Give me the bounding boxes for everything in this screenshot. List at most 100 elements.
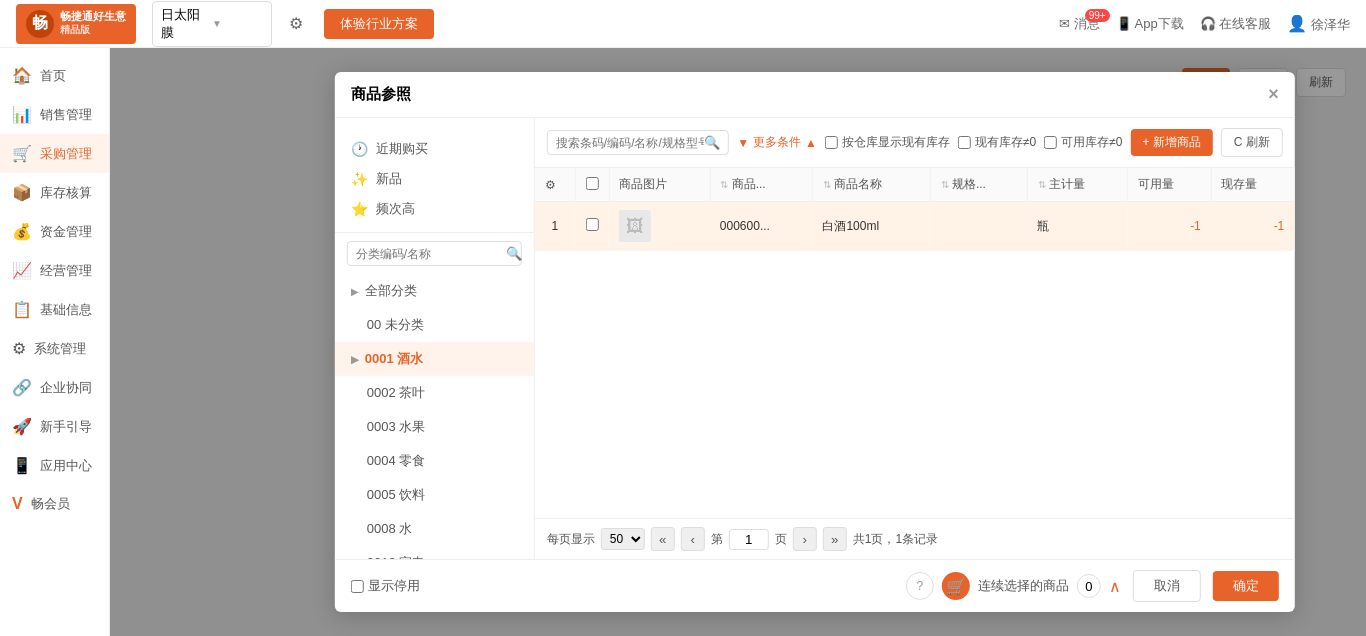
category-panel: 🕐 近期购买 ✨ 新品 ⭐ 频次高 xyxy=(335,118,535,559)
quick-access-section: 🕐 近期购买 ✨ 新品 ⭐ 频次高 xyxy=(335,126,534,233)
category-00[interactable]: 00 未分类 xyxy=(335,308,534,342)
checkbox-available-nonzero[interactable]: 可用库存≠0 xyxy=(1044,134,1122,151)
category-0002[interactable]: 0002 茶叶 xyxy=(335,376,534,410)
sidebar-item-management[interactable]: 📈 经营管理 xyxy=(0,251,109,290)
cart-count-badge: 0 xyxy=(1077,574,1101,598)
product-search-input[interactable] xyxy=(556,136,704,150)
category-0008[interactable]: 0008 水 xyxy=(335,512,534,546)
checkbox-available-input[interactable] xyxy=(1044,136,1057,149)
sidebar-item-enterprise[interactable]: 🔗 企业协同 xyxy=(0,368,109,407)
sidebar-item-basic-info[interactable]: 📋 基础信息 xyxy=(0,290,109,329)
col-unit-label: 主计量 xyxy=(1049,177,1085,191)
th-spec[interactable]: ⇅ 规格... xyxy=(930,168,1027,202)
sidebar-label-system: 系统管理 xyxy=(34,340,86,358)
quick-label-new: 新品 xyxy=(376,170,402,188)
enterprise-icon: 🔗 xyxy=(12,378,32,397)
td-image: 🖼 xyxy=(609,202,710,251)
sidebar-item-guide[interactable]: 🚀 新手引导 xyxy=(0,407,109,446)
sidebar-item-member[interactable]: V 畅会员 xyxy=(0,485,109,523)
checkbox-stock-input[interactable] xyxy=(958,136,971,149)
confirm-button[interactable]: 确定 xyxy=(1213,571,1279,601)
product-search-box: 🔍 xyxy=(547,130,729,155)
th-name[interactable]: ⇅ 商品名称 xyxy=(812,168,930,202)
category-label-0010: 0010 家电 xyxy=(351,554,426,559)
management-icon: 📈 xyxy=(12,261,32,280)
row-checkbox[interactable] xyxy=(585,218,598,231)
th-stock[interactable]: 现存量 xyxy=(1211,168,1295,202)
category-search-input[interactable] xyxy=(356,247,506,261)
sort-icon-name: ⇅ xyxy=(823,179,831,190)
sidebar-item-apps[interactable]: 📱 应用中心 xyxy=(0,446,109,485)
quick-item-recent[interactable]: 🕐 近期购买 xyxy=(335,134,534,164)
messages-badge: 99+ xyxy=(1085,9,1110,22)
collapse-panel-button[interactable]: ‹ xyxy=(534,319,535,359)
app-download-link[interactable]: 📱 App下载 xyxy=(1116,15,1184,33)
sidebar-item-purchase[interactable]: 🛒 采购管理 xyxy=(0,134,109,173)
quick-item-frequent[interactable]: ⭐ 频次高 xyxy=(335,194,534,224)
select-all-checkbox[interactable] xyxy=(585,177,598,190)
logo-title: 畅捷通好生意 xyxy=(60,10,126,23)
checkbox-stock-nonzero[interactable]: 现有库存≠0 xyxy=(958,134,1036,151)
messages-button[interactable]: ✉ 消息 99+ xyxy=(1059,15,1100,33)
category-0004[interactable]: 0004 零食 xyxy=(335,444,534,478)
username: 徐泽华 xyxy=(1311,17,1350,32)
branch-selector[interactable]: 日太阳膜 ▼ xyxy=(152,1,272,47)
prev-page-button[interactable]: ‹ xyxy=(681,527,705,551)
total-records-label: 共1页，1条记录 xyxy=(853,531,938,548)
checkbox-warehouse-label: 按仓库显示现有库存 xyxy=(842,134,950,151)
td-checkbox xyxy=(575,202,609,251)
per-page-select[interactable]: 50 xyxy=(601,528,645,550)
column-settings-icon[interactable]: ⚙ xyxy=(545,178,556,192)
arrow-icon-0001: ▶ xyxy=(351,354,359,365)
last-page-button[interactable]: » xyxy=(823,527,847,551)
cart-icon-button[interactable]: 🛒 xyxy=(942,572,970,600)
category-0001[interactable]: ▶ 0001 酒水 xyxy=(335,342,534,376)
quick-item-new[interactable]: ✨ 新品 xyxy=(335,164,534,194)
cart-collapse-button[interactable]: ∧ xyxy=(1109,577,1121,596)
sidebar-item-finance[interactable]: 💰 资金管理 xyxy=(0,212,109,251)
next-page-button[interactable]: › xyxy=(793,527,817,551)
sidebar-item-inventory[interactable]: 📦 库存核算 xyxy=(0,173,109,212)
show-disabled-checkbox[interactable]: 显示停用 xyxy=(351,577,420,595)
category-label-0005: 0005 饮料 xyxy=(351,486,426,504)
show-disabled-input[interactable] xyxy=(351,580,364,593)
th-available[interactable]: 可用量 xyxy=(1127,168,1210,202)
product-thumbnail: 🖼 xyxy=(619,210,651,242)
sidebar-item-sales[interactable]: 📊 销售管理 xyxy=(0,95,109,134)
sidebar-label-purchase: 采购管理 xyxy=(40,145,92,163)
more-filters-button[interactable]: ▼ 更多条件 ▲ xyxy=(737,134,817,151)
user-menu[interactable]: 👤 徐泽华 xyxy=(1287,14,1350,34)
page-number-input[interactable] xyxy=(729,529,769,550)
checkbox-available-label: 可用库存≠0 xyxy=(1061,134,1122,151)
checkbox-warehouse-input[interactable] xyxy=(825,136,838,149)
table-header-row: ⚙ 商品图片 ⇅ xyxy=(535,168,1295,202)
product-reference-modal: 商品参照 × 🕐 近期购买 ✨ 新品 xyxy=(335,72,1295,612)
category-0005[interactable]: 0005 饮料 xyxy=(335,478,534,512)
page-suffix-label: 页 xyxy=(775,531,787,548)
online-service-link[interactable]: 🎧 在线客服 xyxy=(1200,15,1272,33)
settings-icon[interactable]: ⚙ xyxy=(280,8,312,40)
th-code[interactable]: ⇅ 商品... xyxy=(710,168,813,202)
th-unit[interactable]: ⇅ 主计量 xyxy=(1027,168,1127,202)
sidebar-item-system[interactable]: ⚙ 系统管理 xyxy=(0,329,109,368)
first-page-button[interactable]: « xyxy=(651,527,675,551)
page-prefix-label: 第 xyxy=(711,531,723,548)
help-button[interactable]: ? xyxy=(906,572,934,600)
td-code: 000600... xyxy=(710,202,813,251)
modal-close-button[interactable]: × xyxy=(1268,84,1279,105)
trial-button[interactable]: 体验行业方案 xyxy=(324,9,434,39)
recent-icon: 🕐 xyxy=(351,141,368,157)
category-0010[interactable]: 0010 家电 xyxy=(335,546,534,559)
category-0003[interactable]: 0003 水果 xyxy=(335,410,534,444)
new-product-icon: ✨ xyxy=(351,171,368,187)
category-search-icon: 🔍 xyxy=(506,246,522,261)
refresh-button[interactable]: C 刷新 xyxy=(1221,128,1283,157)
new-product-button[interactable]: + 新增商品 xyxy=(1130,129,1212,156)
table-row[interactable]: 1 🖼 000600... xyxy=(535,202,1295,251)
sidebar-item-home[interactable]: 🏠 首页 xyxy=(0,56,109,95)
checkbox-warehouse[interactable]: 按仓库显示现有库存 xyxy=(825,134,950,151)
category-all[interactable]: ▶ 全部分类 xyxy=(335,274,534,308)
branch-label: 日太阳膜 xyxy=(161,6,212,42)
cancel-button[interactable]: 取消 xyxy=(1133,570,1201,602)
cart-label: 连续选择的商品 xyxy=(978,577,1069,595)
